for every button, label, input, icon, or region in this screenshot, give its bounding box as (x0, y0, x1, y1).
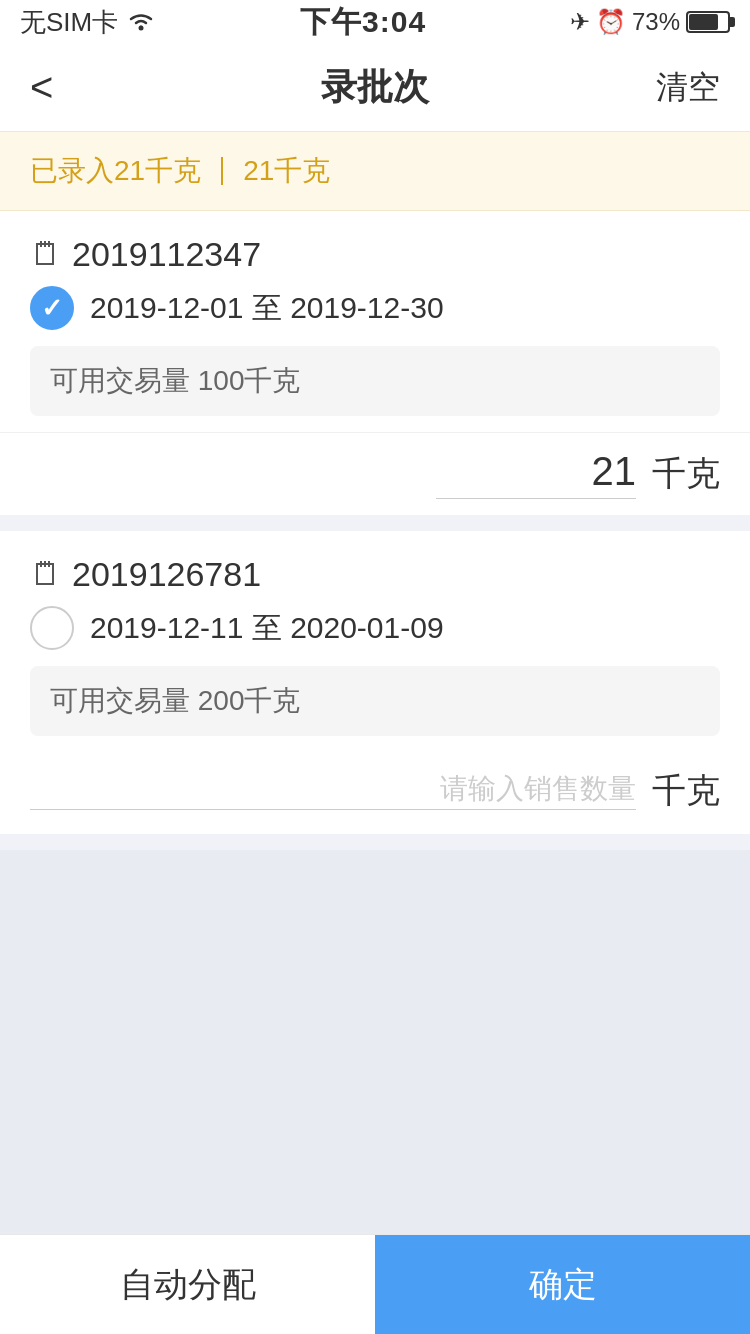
carrier-text: 无SIM卡 (20, 5, 118, 40)
batch-1-icon: 🗒 (30, 236, 62, 273)
batch-2-quantity-input[interactable] (278, 773, 636, 805)
batch-2-date: 2019-12-11 至 2020-01-09 (90, 608, 444, 649)
time-display: 下午3:04 (300, 2, 426, 43)
empty-gray-area (0, 850, 750, 1290)
batch-2-radio[interactable] (30, 606, 74, 650)
batch-1-radio[interactable] (30, 286, 74, 330)
back-button[interactable]: < (30, 65, 110, 110)
recorded-label: 已录入21千克 (30, 152, 201, 190)
batch-1-quantity-input[interactable] (436, 449, 636, 494)
svg-point-0 (139, 25, 144, 30)
banner-divider (221, 157, 223, 185)
battery-icon (686, 11, 730, 33)
divider-1 (0, 515, 750, 531)
batch-2-header: 🗒 2019126781 (30, 555, 720, 594)
status-left: 无SIM卡 (20, 5, 156, 40)
batch-1-quantity-row: 千克 (0, 432, 750, 515)
batch-2-quantity-row: 千克 (0, 752, 750, 834)
batch-2-unit: 千克 (652, 768, 720, 814)
content-area: 🗒 2019112347 2019-12-01 至 2019-12-30 可用交… (0, 211, 750, 1290)
status-bar: 无SIM卡 下午3:04 ✈ ⏰ 73% (0, 0, 750, 44)
batch-item-1: 🗒 2019112347 2019-12-01 至 2019-12-30 可用交… (0, 211, 750, 515)
page-title: 录批次 (321, 63, 429, 112)
wifi-icon (126, 7, 156, 38)
nav-bar: < 录批次 清空 (0, 44, 750, 132)
status-right: ✈ ⏰ 73% (570, 8, 730, 36)
bottom-bar: 自动分配 确定 (0, 1234, 750, 1334)
batch-1-date: 2019-12-01 至 2019-12-30 (90, 288, 444, 329)
divider-2 (0, 834, 750, 850)
battery-percent: 73% (632, 8, 680, 36)
alarm-icon: ⏰ (596, 8, 626, 36)
batch-2-id: 2019126781 (72, 555, 261, 594)
batch-2-availability: 可用交易量 200千克 (30, 666, 720, 736)
batch-item-2: 🗒 2019126781 2019-12-11 至 2020-01-09 可用交… (0, 531, 750, 834)
auto-distribute-button[interactable]: 自动分配 (0, 1235, 375, 1334)
info-banner: 已录入21千克 21千克 (0, 132, 750, 211)
clear-button[interactable]: 清空 (640, 66, 720, 110)
batch-1-unit: 千克 (652, 451, 720, 497)
batch-1-input-wrapper (436, 449, 636, 499)
confirm-button[interactable]: 确定 (375, 1235, 750, 1334)
batch-1-id: 2019112347 (72, 235, 261, 274)
batch-1-date-row: 2019-12-01 至 2019-12-30 (30, 286, 720, 330)
batch-1-header: 🗒 2019112347 (30, 235, 720, 274)
batch-1-availability: 可用交易量 100千克 (30, 346, 720, 416)
batch-2-date-row: 2019-12-11 至 2020-01-09 (30, 606, 720, 650)
location-icon: ✈ (570, 8, 590, 36)
batch-2-icon: 🗒 (30, 556, 62, 593)
recorded-value: 21千克 (243, 152, 330, 190)
batch-2-input-wrapper (30, 773, 636, 810)
